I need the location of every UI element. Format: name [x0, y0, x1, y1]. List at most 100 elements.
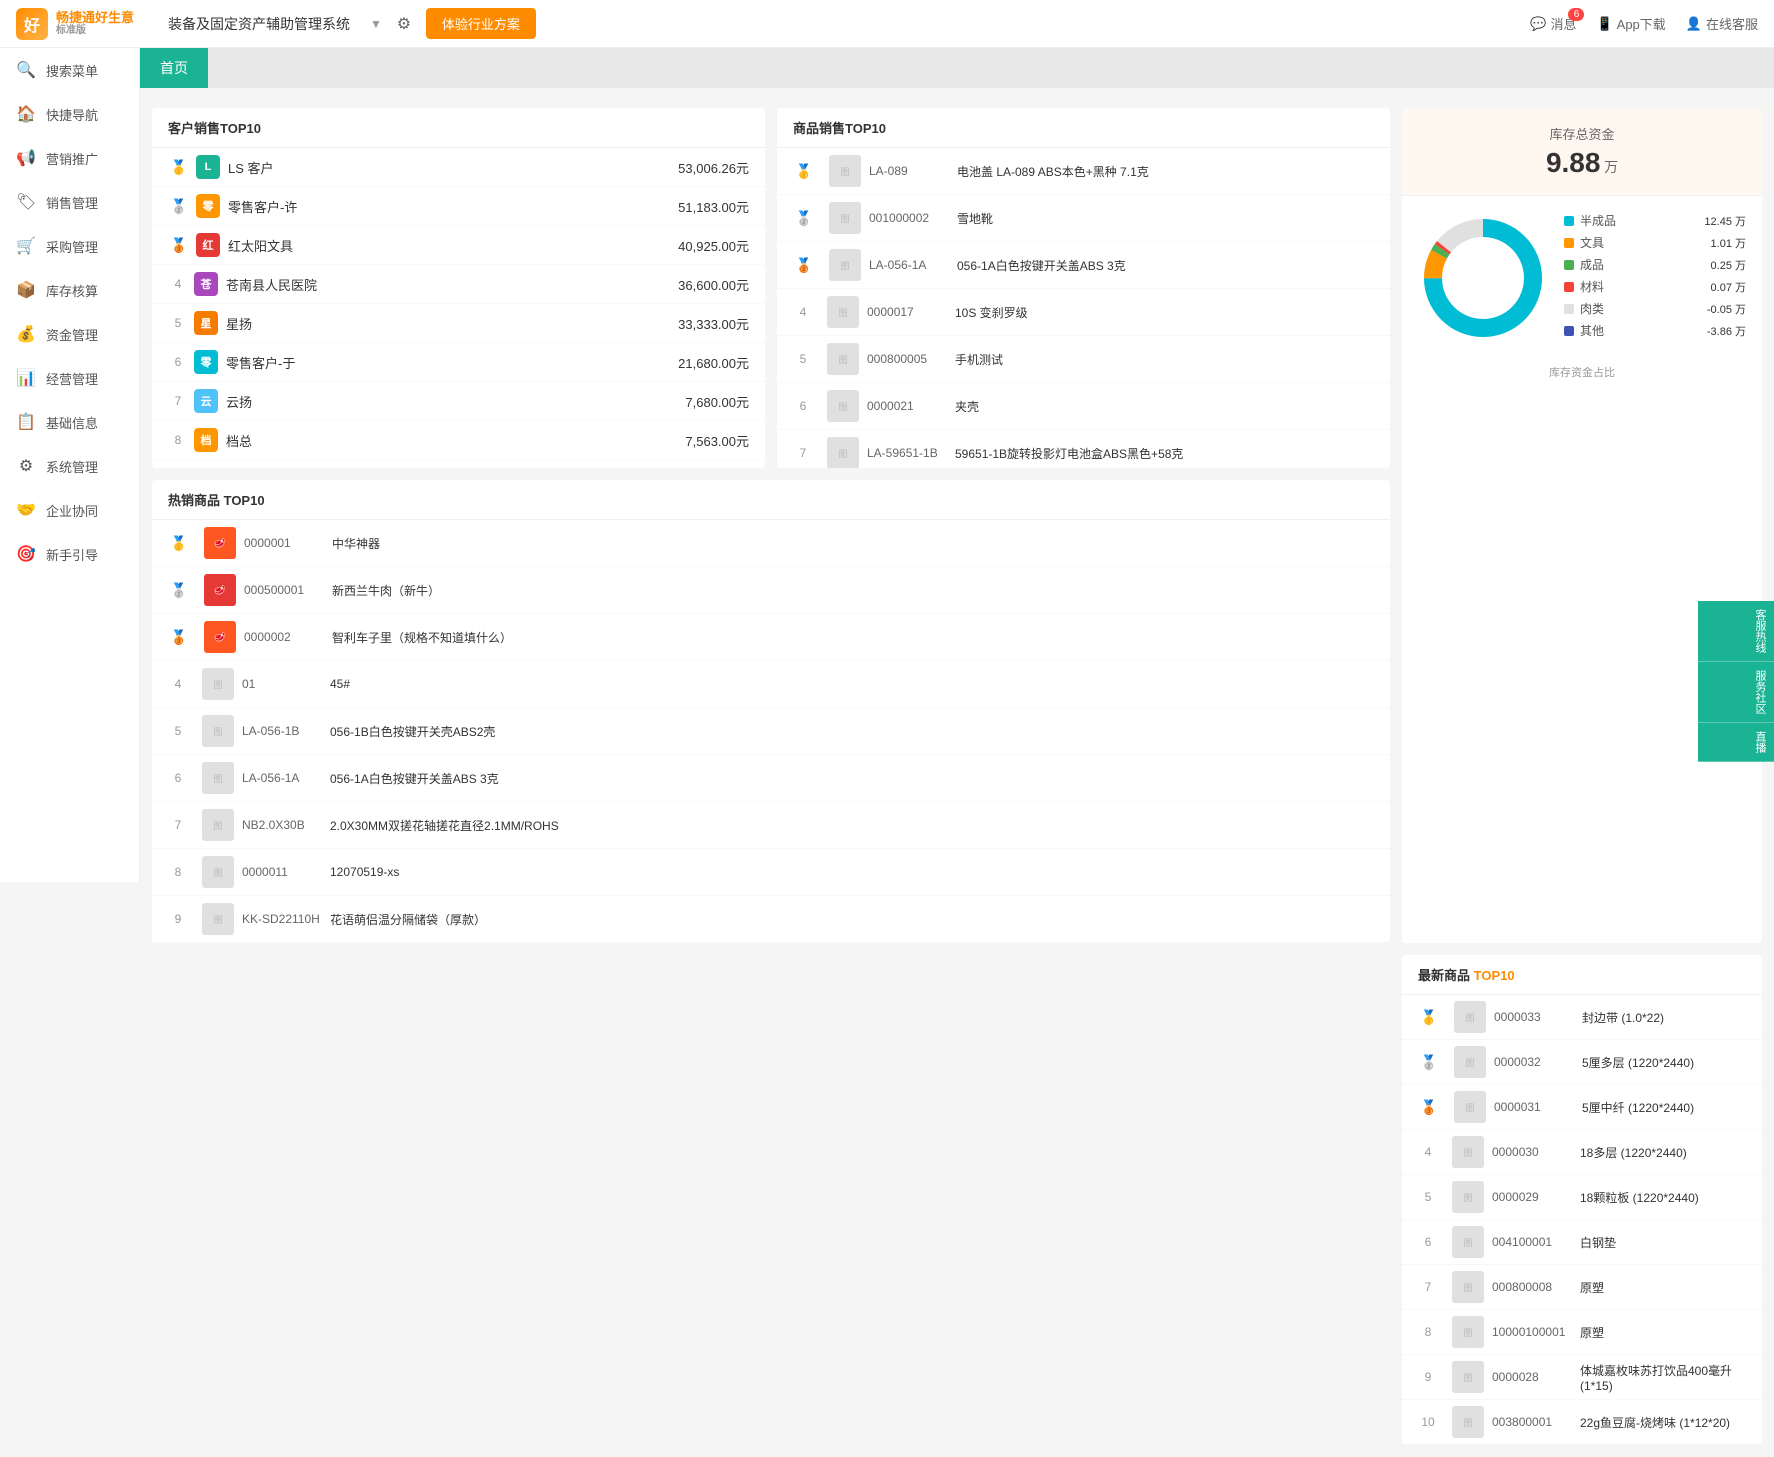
legend-item: 材料 0.07 万	[1564, 278, 1746, 295]
float-btn-community[interactable]: 服务社区	[1698, 662, 1774, 723]
brand-sub: 标准版	[56, 25, 134, 37]
rank-num: 7	[168, 818, 188, 832]
sidebar-label-3: 销售管理	[46, 193, 98, 212]
product-code: LA-056-1B	[242, 724, 322, 738]
product-ranking-title: 商品销售TOP10	[793, 118, 886, 137]
rank-name: 零售客户-许	[228, 197, 678, 216]
customer-rank-item: 6 零 零售客户-于 21,680.00元	[152, 343, 765, 382]
rank-medal: 🥉	[793, 254, 815, 276]
rank-value: 51,183.00元	[678, 197, 749, 216]
rank-num: 10	[1418, 1415, 1438, 1429]
product-img: 图	[202, 715, 234, 747]
sidebar-icon-5: 📦	[16, 280, 36, 300]
sidebar-label-2: 营销推广	[46, 149, 98, 168]
sidebar-item-8[interactable]: 📋 基础信息	[0, 400, 139, 444]
legend-name: 肉类	[1580, 300, 1701, 317]
sidebar-item-4[interactable]: 🛒 采购管理	[0, 224, 139, 268]
customer-rank-item: 7 云 云扬 7,680.00元	[152, 382, 765, 421]
product-name: 花语萌侣温分隔储袋（厚款）	[330, 911, 1374, 928]
hot-product-item: 🥇🥩 0000001 中华神器	[152, 520, 1390, 567]
rank-num: 8	[168, 433, 188, 447]
product-name: 056-1A白色按键开关盖ABS 3克	[957, 257, 1374, 274]
new-product-item: 9 图 0000028 体城嘉枚味苏打饮品400毫升 (1*15)	[1402, 1355, 1762, 1400]
service-icon: 👤	[1686, 16, 1702, 32]
app-download-action[interactable]: 📱 App下载	[1596, 14, 1665, 33]
sidebar-item-0[interactable]: 🔍 搜索菜单	[0, 48, 139, 92]
trial-button[interactable]: 体验行业方案	[426, 8, 536, 39]
new-product-item: 6 图 004100001 白钢垫	[1402, 1220, 1762, 1265]
legend-value: 1.01 万	[1711, 235, 1746, 251]
home-tab[interactable]: 首页	[140, 48, 208, 88]
message-action[interactable]: 💬 消息 6	[1530, 14, 1576, 33]
sidebar-label-11: 新手引导	[46, 545, 98, 564]
float-btn-live[interactable]: 直播	[1698, 723, 1774, 762]
legend-item: 肉类 -0.05 万	[1564, 300, 1746, 317]
legend-value: 0.25 万	[1711, 257, 1746, 273]
hot-products-header: 热销商品 TOP10	[152, 480, 1390, 520]
rank-name: 零售客户-于	[226, 353, 678, 372]
legend-value: 12.45 万	[1704, 213, 1746, 229]
brand-name: 畅捷通好生意	[56, 10, 134, 26]
new-product-img: 图	[1454, 1091, 1486, 1123]
rank-num: 6	[168, 771, 188, 785]
sidebar-item-10[interactable]: 🤝 企业协同	[0, 488, 139, 532]
sidebar-item-6[interactable]: 💰 资金管理	[0, 312, 139, 356]
sidebar-label-8: 基础信息	[46, 413, 98, 432]
sidebar-label-0: 搜索菜单	[46, 61, 98, 80]
sidebar-icon-9: ⚙	[16, 456, 36, 476]
product-name: 电池盖 LA-089 ABS本色+黑种 7.1克	[957, 163, 1374, 180]
product-name: 18多层 (1220*2440)	[1580, 1144, 1746, 1161]
sidebar-item-1[interactable]: 🏠 快捷导航	[0, 92, 139, 136]
app-label: App下载	[1617, 14, 1666, 33]
sidebar-item-7[interactable]: 📊 经营管理	[0, 356, 139, 400]
rank-num: 4	[168, 677, 188, 691]
legend-dot	[1564, 304, 1574, 314]
hot-product-item: 9图 KK-SD22110H 花语萌侣温分隔储袋（厚款）	[152, 896, 1390, 943]
customer-ranking-list: 🥇 L LS 客户 53,006.26元🥈 零 零售客户-许 51,183.00…	[152, 148, 765, 460]
legend-value: -0.05 万	[1707, 301, 1746, 317]
sidebar-item-2[interactable]: 📢 营销推广	[0, 136, 139, 180]
product-name: 5厘多层 (1220*2440)	[1582, 1054, 1746, 1071]
legend-dot	[1564, 282, 1574, 292]
new-products-list: 🥇 图 0000033 封边带 (1.0*22)🥈 图 0000032 5厘多层…	[1402, 995, 1762, 1445]
product-name: 雪地靴	[957, 210, 1374, 227]
sidebar-item-3[interactable]: 🏷 销售管理	[0, 180, 139, 224]
product-name: 白钢垫	[1580, 1234, 1746, 1251]
rank-value: 7,680.00元	[685, 392, 749, 411]
system-dropdown-icon[interactable]: ▼	[370, 17, 382, 31]
service-action[interactable]: 👤 在线客服	[1686, 14, 1758, 33]
product-code: 0000001	[244, 536, 324, 550]
rank-medal: 🥇	[793, 160, 815, 182]
product-code: 0000011	[242, 865, 322, 879]
new-product-img: 图	[1452, 1181, 1484, 1213]
product-code: 0000002	[244, 630, 324, 644]
new-product-img: 图	[1452, 1136, 1484, 1168]
hot-products-panel: 热销商品 TOP10 🥇🥩 0000001 中华神器🥈🥩 000500001 新…	[152, 480, 1390, 943]
product-name: 10S 变刹罗级	[955, 304, 1374, 321]
sidebar-item-9[interactable]: ⚙ 系统管理	[0, 444, 139, 488]
service-label: 在线客服	[1706, 14, 1758, 33]
legend-name: 半成品	[1580, 212, 1698, 229]
sidebar-icon-10: 🤝	[16, 500, 36, 520]
product-img: 图	[827, 437, 859, 468]
system-name: 装备及固定资产辅助管理系统	[156, 14, 362, 34]
product-code: LA-59651-1B	[867, 446, 947, 460]
product-code: 000500001	[244, 583, 324, 597]
product-code: 0000033	[1494, 1010, 1574, 1024]
sidebar-item-5[interactable]: 📦 库存核算	[0, 268, 139, 312]
float-btn-service[interactable]: 客服热线	[1698, 601, 1774, 662]
sidebar-label-5: 库存核算	[46, 281, 98, 300]
sidebar-item-11[interactable]: 🎯 新手引导	[0, 532, 139, 576]
gear-icon[interactable]: ⚙	[390, 10, 418, 38]
product-name: 夹壳	[955, 398, 1374, 415]
product-img: 图	[827, 296, 859, 328]
new-product-item: 8 图 10000100001 原塑	[1402, 1310, 1762, 1355]
rank-num: 6	[168, 355, 188, 369]
brand-text: 畅捷通好生意 标准版	[56, 10, 134, 38]
inventory-total: 库存总资金 9.88 万	[1402, 108, 1762, 196]
legend-dot	[1564, 216, 1574, 226]
legend-item: 文具 1.01 万	[1564, 234, 1746, 251]
new-product-img: 图	[1452, 1271, 1484, 1303]
product-name: 原塑	[1580, 1324, 1746, 1341]
product-code: 000800005	[867, 352, 947, 366]
